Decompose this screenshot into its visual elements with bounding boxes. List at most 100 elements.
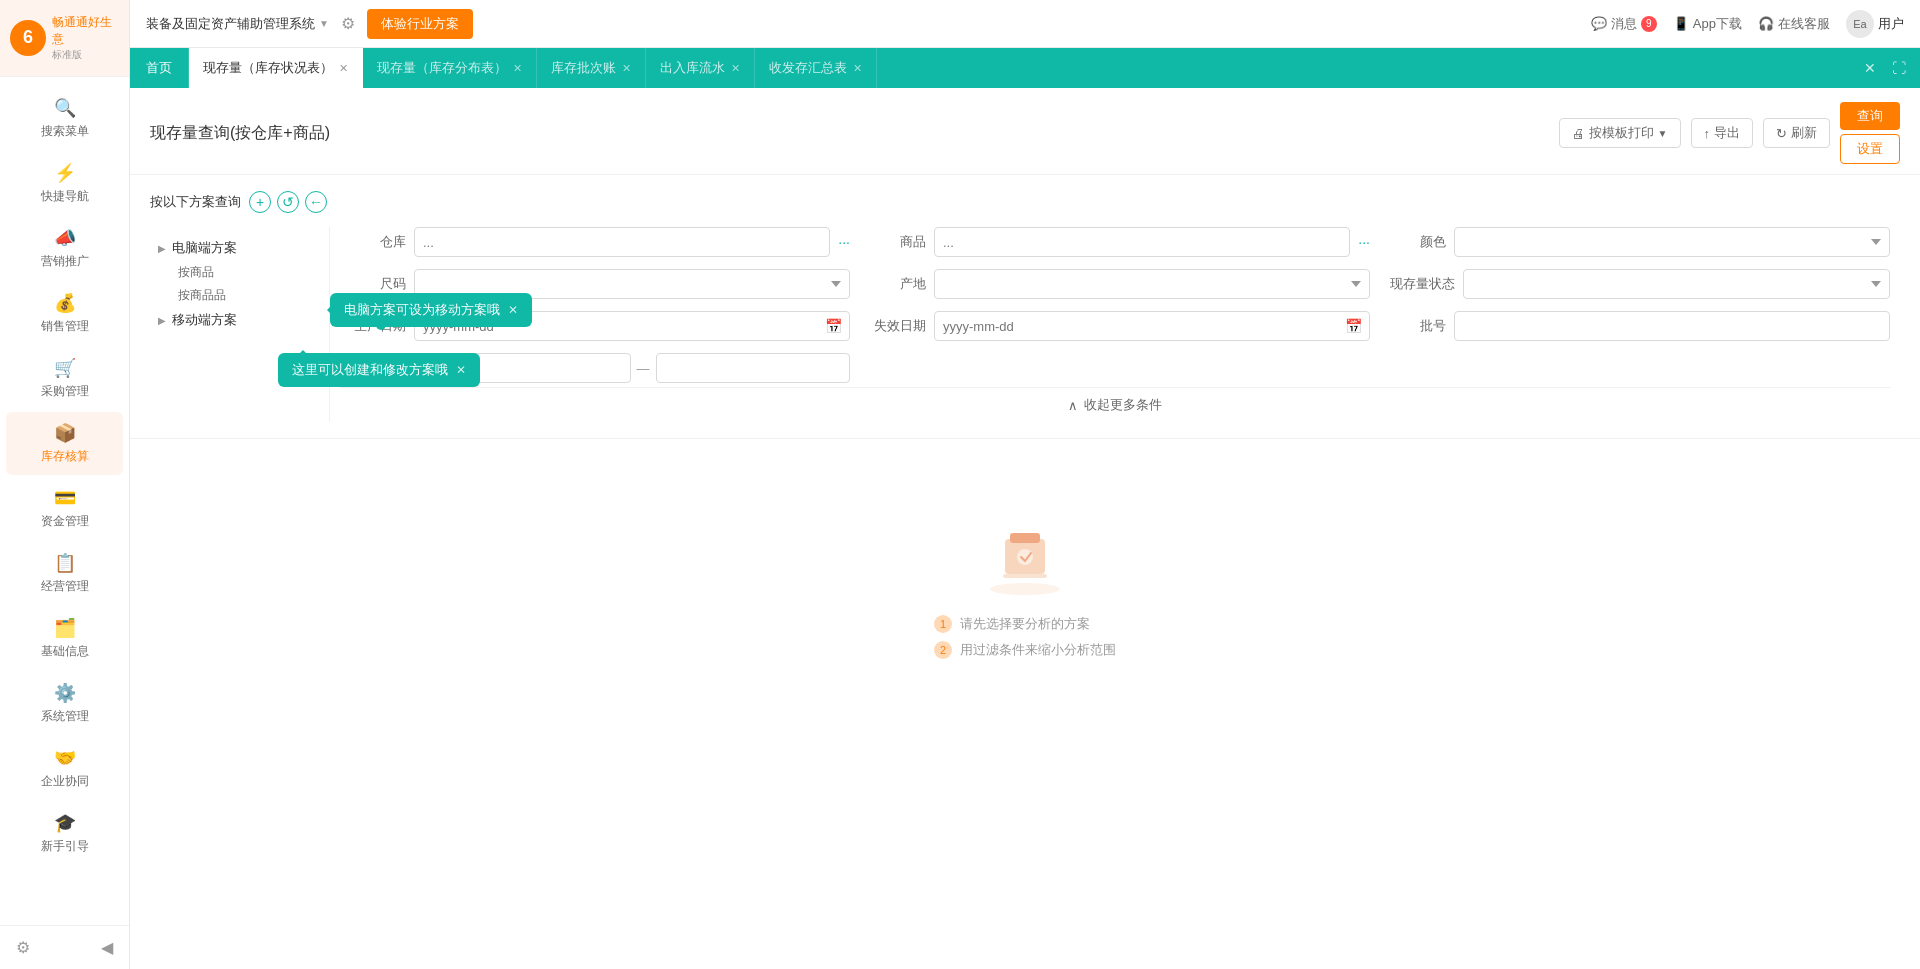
message-action[interactable]: 💬 消息 9 [1591, 15, 1657, 33]
warehouse-field: 仓库 ··· [350, 227, 850, 257]
tab-inventory-dist[interactable]: 现存量（库存分布表） ✕ [363, 48, 537, 88]
expiry-date-picker[interactable]: 📅 [934, 311, 1370, 341]
tab-close-all-icon[interactable]: ✕ [1860, 58, 1880, 78]
mobile-arrow-icon: ▶ [158, 315, 166, 326]
sidebar: 6 畅通通好生意 标准版 🔍 搜索菜单 ⚡ 快捷导航 📣 营销推广 💰 销售管理… [0, 0, 130, 969]
edit-popover-close[interactable]: ✕ [456, 363, 466, 377]
origin-select[interactable] [934, 269, 1370, 299]
dot-indicator [376, 320, 386, 330]
scheme-panel: ▶ 电脑端方案 按商品 按商品品 ▶ 移动端方案 [150, 227, 330, 422]
warehouse-input[interactable] [414, 227, 830, 257]
empty-illustration [975, 519, 1075, 599]
filter-settings-button[interactable]: 设置 [1840, 134, 1900, 164]
collapse-icon: ∧ [1068, 398, 1078, 413]
trial-button[interactable]: 体验行业方案 [367, 9, 473, 39]
goods-more-icon[interactable]: ··· [1358, 234, 1370, 250]
system-name-dropdown[interactable]: 装备及固定资产辅助管理系统 ▼ [146, 15, 329, 33]
reset-scheme-button[interactable]: ↺ [277, 191, 299, 213]
inventory-status-select[interactable] [1463, 269, 1890, 299]
scheme-popover: 电脑方案可设为移动方案哦 ✕ [330, 293, 532, 327]
inventory-status-field: 现存量状态 [1390, 269, 1890, 299]
sidebar-item-system[interactable]: ⚙️ 系统管理 [6, 672, 123, 735]
sidebar-nav: 🔍 搜索菜单 ⚡ 快捷导航 📣 营销推广 💰 销售管理 🛒 采购管理 📦 库存核… [0, 77, 129, 925]
main-content: 现存量查询(按仓库+商品) 🖨 按模板打印 ▼ ↑ 导出 ↻ 刷新 查询 设置 [130, 88, 1920, 969]
scheme-popover-close[interactable]: ✕ [508, 303, 518, 317]
color-field: 颜色 [1390, 227, 1890, 257]
sidebar-item-operation[interactable]: 📋 经营管理 [6, 542, 123, 605]
filter-area: 按以下方案查询 + ↺ ← 电脑方案可设为移动方案哦 ✕ 这里可以创建和修改方案… [130, 175, 1920, 439]
origin-field: 产地 [870, 269, 1370, 299]
tabs-bar: 首页 现存量（库存状况表） ✕ 现存量（库存分布表） ✕ 库存批次账 ✕ 出入库… [130, 48, 1920, 88]
warehouse-more-icon[interactable]: ··· [838, 234, 850, 250]
sidebar-item-guide[interactable]: 🎓 新手引导 [6, 802, 123, 865]
header-settings-icon[interactable]: ⚙ [341, 14, 355, 33]
sidebar-item-purchase[interactable]: 🛒 采购管理 [6, 347, 123, 410]
sidebar-item-search[interactable]: 🔍 搜索菜单 [6, 87, 123, 150]
system-icon: ⚙️ [54, 682, 76, 704]
expiry-date-field: 失效日期 📅 [870, 311, 1370, 341]
empty-state: 1 请先选择要分析的方案 2 用过滤条件来缩小分析范围 [130, 439, 1920, 739]
goods-input[interactable] [934, 227, 1350, 257]
svg-rect-4 [1003, 574, 1047, 578]
edit-popover: 这里可以创建和修改方案哦 ✕ [278, 353, 480, 387]
filter-label: 按以下方案查询 [150, 193, 241, 211]
svg-point-3 [1017, 549, 1033, 565]
enterprise-icon: 🤝 [54, 747, 76, 769]
sidebar-item-quick[interactable]: ⚡ 快捷导航 [6, 152, 123, 215]
inventory-icon: 📦 [54, 422, 76, 444]
color-select[interactable] [1454, 227, 1890, 257]
sidebar-item-basic[interactable]: 🗂️ 基础信息 [6, 607, 123, 670]
tab-collection-summary[interactable]: 收发存汇总表 ✕ [755, 48, 877, 88]
collapse-scheme-button[interactable]: ← [305, 191, 327, 213]
tab-fullscreen-icon[interactable]: ⛶ [1888, 58, 1910, 78]
add-scheme-button[interactable]: + [249, 191, 271, 213]
scheme-arrow-icon: ▶ [158, 243, 166, 254]
filter-header: 按以下方案查询 + ↺ ← [150, 191, 1900, 213]
tab-in-out-flow[interactable]: 出入库流水 ✕ [646, 48, 755, 88]
tab-inventory-status[interactable]: 现存量（库存状况表） ✕ [189, 48, 363, 88]
query-buttons: 查询 设置 [1840, 102, 1900, 164]
scheme-item-goods2[interactable]: 按商品品 [170, 284, 329, 307]
user-area[interactable]: Ea 用户 [1846, 10, 1904, 38]
scheme-mobile[interactable]: ▶ 移动端方案 [150, 307, 329, 333]
refresh-button[interactable]: ↻ 刷新 [1763, 118, 1830, 148]
empty-tips: 1 请先选择要分析的方案 2 用过滤条件来缩小分析范围 [934, 615, 1116, 659]
batch-input[interactable] [1454, 311, 1890, 341]
refresh-icon: ↻ [1776, 126, 1787, 141]
collapse-bar[interactable]: ∧ 收起更多条件 [340, 387, 1890, 422]
print-icon: 🖨 [1572, 126, 1585, 141]
sidebar-item-enterprise[interactable]: 🤝 企业协同 [6, 737, 123, 800]
header-left: 装备及固定资产辅助管理系统 ▼ ⚙ 体验行业方案 [146, 9, 473, 39]
sidebar-item-finance[interactable]: 💳 资金管理 [6, 477, 123, 540]
page-actions: 🖨 按模板打印 ▼ ↑ 导出 ↻ 刷新 查询 设置 [1559, 102, 1900, 164]
tab-close-batch[interactable]: ✕ [622, 62, 631, 75]
guide-icon: 🎓 [54, 812, 76, 834]
filter-actions: + ↺ ← [249, 191, 327, 213]
filter-fields: 仓库 ··· 商品 ··· 颜色 [330, 227, 1900, 422]
tab-close-inventory-status[interactable]: ✕ [339, 62, 348, 75]
tab-home[interactable]: 首页 [130, 48, 189, 88]
scheme-desktop[interactable]: ▶ 电脑端方案 [150, 235, 329, 261]
sidebar-item-inventory[interactable]: 📦 库存核算 [6, 412, 123, 475]
settings-bottom-icon[interactable]: ⚙ [16, 938, 30, 957]
app-download-action[interactable]: 📱 App下载 [1673, 15, 1742, 33]
sidebar-item-marketing[interactable]: 📣 营销推广 [6, 217, 123, 280]
scheme-item-goods[interactable]: 按商品 [170, 261, 329, 284]
online-support-action[interactable]: 🎧 在线客服 [1758, 15, 1830, 33]
message-icon: 💬 [1591, 16, 1607, 31]
sidebar-item-sales[interactable]: 💰 销售管理 [6, 282, 123, 345]
collapse-sidebar-icon[interactable]: ◀ [101, 938, 113, 957]
scheme-desktop-children: 按商品 按商品品 [150, 261, 329, 307]
tab-close-flow[interactable]: ✕ [731, 62, 740, 75]
export-button[interactable]: ↑ 导出 [1691, 118, 1754, 148]
print-button[interactable]: 🖨 按模板打印 ▼ [1559, 118, 1681, 148]
goods-field: 商品 ··· [870, 227, 1370, 257]
inventory-range-end[interactable] [656, 353, 851, 383]
expiry-date-input[interactable] [934, 311, 1370, 341]
search-button[interactable]: 查询 [1840, 102, 1900, 130]
expiry-calendar-icon: 📅 [1345, 318, 1362, 334]
tab-close-summary[interactable]: ✕ [853, 62, 862, 75]
tab-close-inventory-dist[interactable]: ✕ [513, 62, 522, 75]
tab-batch-account[interactable]: 库存批次账 ✕ [537, 48, 646, 88]
search-icon: 🔍 [54, 97, 76, 119]
